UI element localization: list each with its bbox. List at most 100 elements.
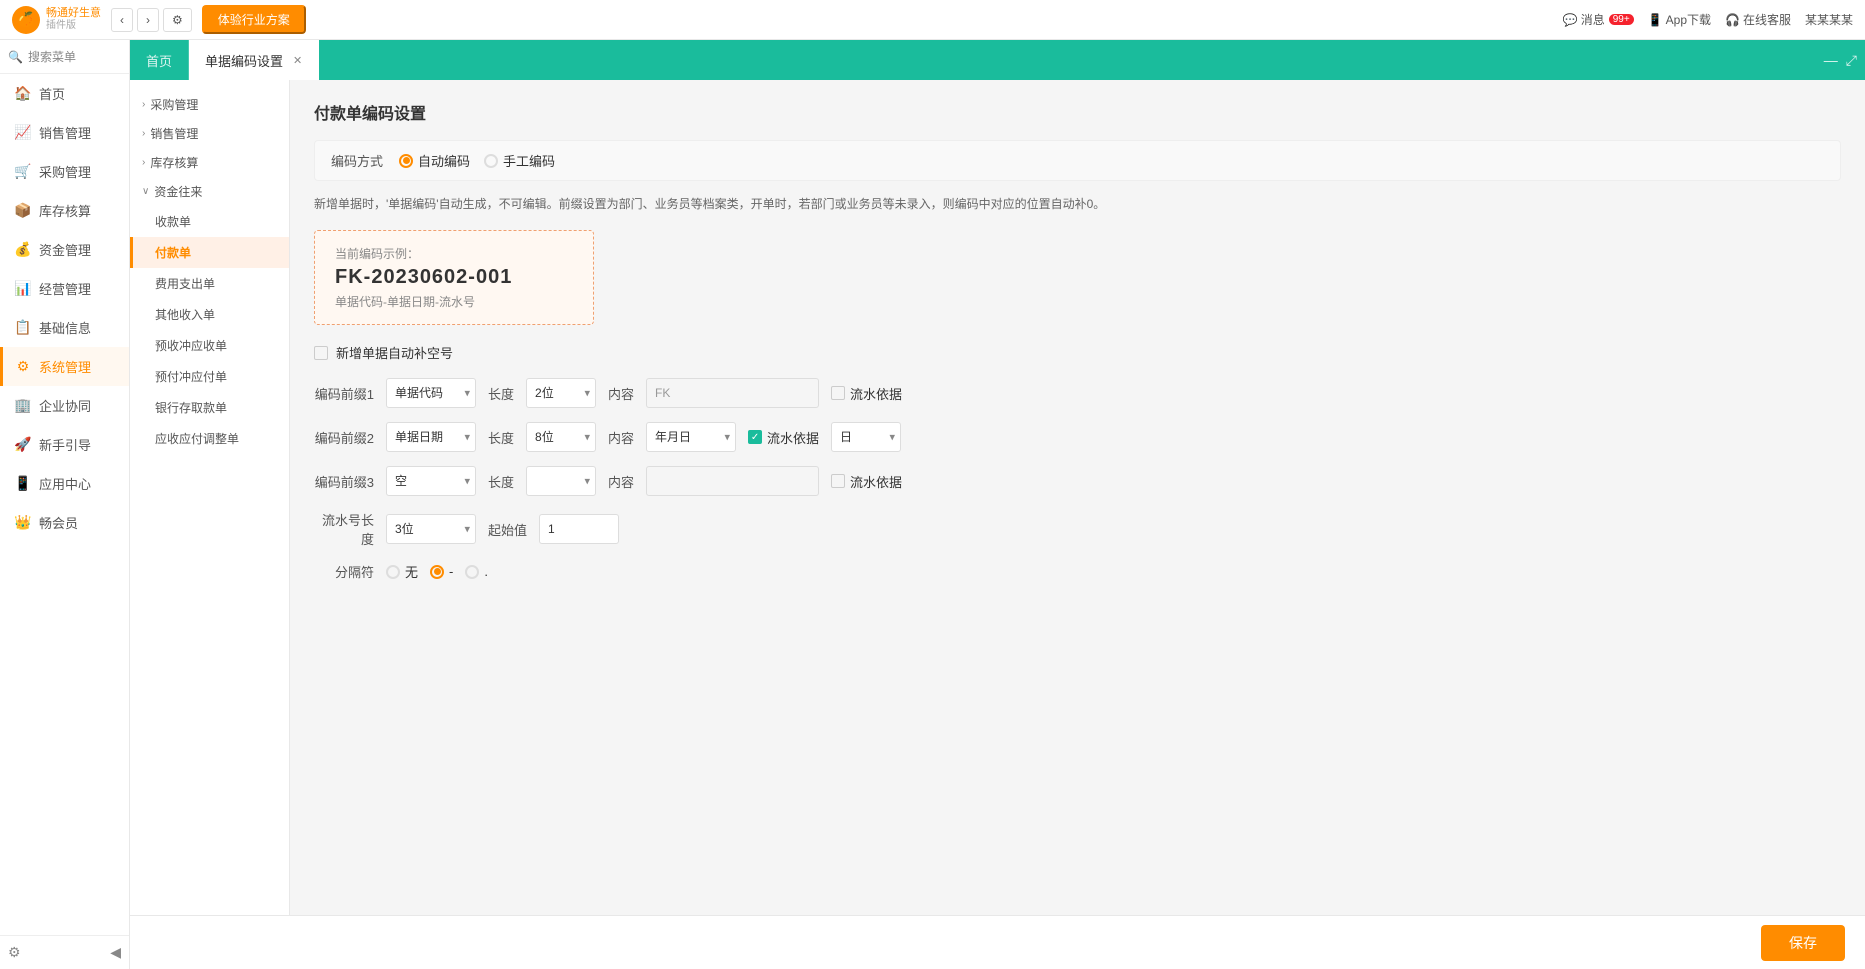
- system-icon: ⚙: [15, 359, 31, 375]
- save-button[interactable]: 保存: [1761, 925, 1845, 961]
- auto-encode-label: 自动编码: [418, 151, 470, 170]
- tab-close-icon[interactable]: ✕: [293, 54, 302, 67]
- serial-length-select-wrapper: 3位: [386, 514, 476, 544]
- left-sidebar: 🔍 搜索菜单 🏠 首页 📈 销售管理 🛒 采购管理 📦 库存核算 💰 资金管理 …: [0, 40, 130, 969]
- sidebar-item-apps[interactable]: 📱 应用中心: [0, 464, 129, 503]
- tab-serial-label: 单据编码设置: [205, 51, 283, 70]
- user-menu-button[interactable]: 某某某某: [1805, 11, 1853, 28]
- length-1-select-wrapper: 2位: [526, 378, 596, 408]
- sub-menu-item-expense[interactable]: 费用支出单: [130, 268, 289, 299]
- brand-text: 畅通好生意 插件版: [46, 7, 101, 32]
- sub-menu-item-prepay-recv[interactable]: 预收冲应收单: [130, 330, 289, 361]
- sidebar-collapse-button[interactable]: ◀: [110, 944, 121, 961]
- nav-settings-button[interactable]: ⚙: [163, 8, 192, 32]
- auto-encode-radio[interactable]: 自动编码: [399, 151, 470, 170]
- search-label: 搜索菜单: [28, 48, 76, 65]
- sep-dot-radio[interactable]: .: [465, 564, 488, 579]
- sub-menu-item-bank-deposit[interactable]: 银行存取款单: [130, 392, 289, 423]
- message-button[interactable]: 💬 消息 99+: [1563, 11, 1634, 28]
- sub-menu-item-adjust[interactable]: 应收应付调整单: [130, 423, 289, 454]
- sidebar-settings-button[interactable]: ⚙: [8, 944, 21, 961]
- online-service-button[interactable]: 🎧 在线客服: [1725, 11, 1791, 28]
- auto-encode-radio-dot: [403, 157, 410, 164]
- length-3-label: 长度: [488, 472, 514, 491]
- tab-serial[interactable]: 单据编码设置 ✕: [189, 40, 319, 80]
- info-text: 新增单据时，'单据编码'自动生成，不可编辑。前缀设置为部门、业务员等档案类，开单…: [314, 195, 1841, 214]
- sidebar-item-guide[interactable]: 🚀 新手引导: [0, 425, 129, 464]
- serial-2-checkbox[interactable]: 流水依据: [748, 428, 819, 447]
- length-3-select-wrapper: [526, 466, 596, 496]
- sub-group-purchase-title[interactable]: › 采购管理: [130, 90, 289, 119]
- sidebar-item-system[interactable]: ⚙ 系统管理: [0, 347, 129, 386]
- sidebar-item-home[interactable]: 🏠 首页: [0, 74, 129, 113]
- chevron-right-icon: ›: [142, 157, 145, 168]
- service-icon: 🎧: [1725, 13, 1740, 27]
- tab-home[interactable]: 首页: [130, 40, 189, 80]
- prefix-1-select[interactable]: 单据代码: [386, 378, 476, 408]
- prefix-3-select[interactable]: 空: [386, 466, 476, 496]
- sub-group-sales-title[interactable]: › 销售管理: [130, 119, 289, 148]
- length-2-select[interactable]: 8位: [526, 422, 596, 452]
- serial-2-checkbox-box: [748, 430, 762, 444]
- app-label: App下载: [1666, 11, 1711, 28]
- sidebar-item-label: 新手引导: [39, 435, 91, 454]
- period-select[interactable]: 日: [831, 422, 901, 452]
- page-title: 付款单编码设置: [314, 100, 1841, 124]
- sidebar-item-sales[interactable]: 📈 销售管理: [0, 113, 129, 152]
- sidebar-item-operation[interactable]: 📊 经营管理: [0, 269, 129, 308]
- sub-layout: › 采购管理 › 销售管理 › 库存核算: [130, 80, 1865, 915]
- content-1-label: 内容: [608, 384, 634, 403]
- sep-none-label: 无: [405, 562, 418, 581]
- app-icon: 📱: [1648, 13, 1663, 27]
- serial-1-checkbox[interactable]: 流水依据: [831, 384, 902, 403]
- serial-length-select[interactable]: 3位: [386, 514, 476, 544]
- length-1-label: 长度: [488, 384, 514, 403]
- sidebar-item-enterprise[interactable]: 🏢 企业协同: [0, 386, 129, 425]
- sub-group-capital-title[interactable]: ∨ 资金往来: [130, 177, 289, 206]
- sub-menu-item-payment[interactable]: 付款单: [130, 237, 289, 268]
- tab-expand-icon[interactable]: ⤢: [1846, 52, 1857, 69]
- app-download-button[interactable]: 📱 App下载: [1648, 11, 1711, 28]
- nav-forward-button[interactable]: ›: [137, 8, 159, 32]
- sidebar-item-label: 企业协同: [39, 396, 91, 415]
- period-select-wrapper: 日: [831, 422, 901, 452]
- length-2-label: 长度: [488, 428, 514, 447]
- sub-menu-item-receipt[interactable]: 收款单: [130, 206, 289, 237]
- prefix-2-select[interactable]: 单据日期: [386, 422, 476, 452]
- top-bar-nav: ‹ › ⚙: [111, 8, 192, 32]
- sidebar-search[interactable]: 🔍 搜索菜单: [0, 40, 129, 74]
- sidebar-item-member[interactable]: 👑 畅会员: [0, 503, 129, 542]
- length-1-select[interactable]: 2位: [526, 378, 596, 408]
- brand-tag: 插件版: [46, 20, 101, 32]
- message-label: 消息: [1581, 11, 1605, 28]
- sidebar-item-finance[interactable]: 💰 资金管理: [0, 230, 129, 269]
- sidebar-bottom: ⚙ ◀: [0, 935, 129, 969]
- serial-length-row: 流水号长度 3位 起始值: [314, 510, 1841, 548]
- length-3-select[interactable]: [526, 466, 596, 496]
- sub-menu-item-prepay-pay[interactable]: 预付冲应付单: [130, 361, 289, 392]
- serial-3-checkbox[interactable]: 流水依据: [831, 472, 902, 491]
- message-icon: 💬: [1563, 13, 1578, 27]
- sidebar-item-inventory[interactable]: 📦 库存核算: [0, 191, 129, 230]
- sub-menu-item-other-income[interactable]: 其他收入单: [130, 299, 289, 330]
- chevron-down-icon: ∨: [142, 186, 149, 197]
- sub-group-inventory-title[interactable]: › 库存核算: [130, 148, 289, 177]
- nav-back-button[interactable]: ‹: [111, 8, 133, 32]
- sep-dash-circle: [430, 565, 444, 579]
- sep-none-radio[interactable]: 无: [386, 562, 418, 581]
- purchase-icon: 🛒: [15, 164, 31, 180]
- start-value-input[interactable]: [539, 514, 619, 544]
- sidebar-item-purchase[interactable]: 🛒 采购管理: [0, 152, 129, 191]
- trial-button[interactable]: 体验行业方案: [202, 5, 306, 34]
- bottom-bar: 保存: [130, 915, 1865, 969]
- auto-fill-checkbox[interactable]: [314, 346, 328, 360]
- manual-encode-radio[interactable]: 手工编码: [484, 151, 555, 170]
- tab-minimize-icon[interactable]: —: [1824, 52, 1838, 68]
- sep-dash-radio[interactable]: -: [430, 564, 453, 579]
- sep-dot-circle: [465, 565, 479, 579]
- prefix-row-1: 编码前缀1 单据代码 长度 2位 内容: [314, 378, 1841, 408]
- prefix-2-label: 编码前缀2: [314, 428, 374, 447]
- sidebar-item-basic[interactable]: 📋 基础信息: [0, 308, 129, 347]
- content-2-select[interactable]: 年月日: [646, 422, 736, 452]
- basic-icon: 📋: [15, 320, 31, 336]
